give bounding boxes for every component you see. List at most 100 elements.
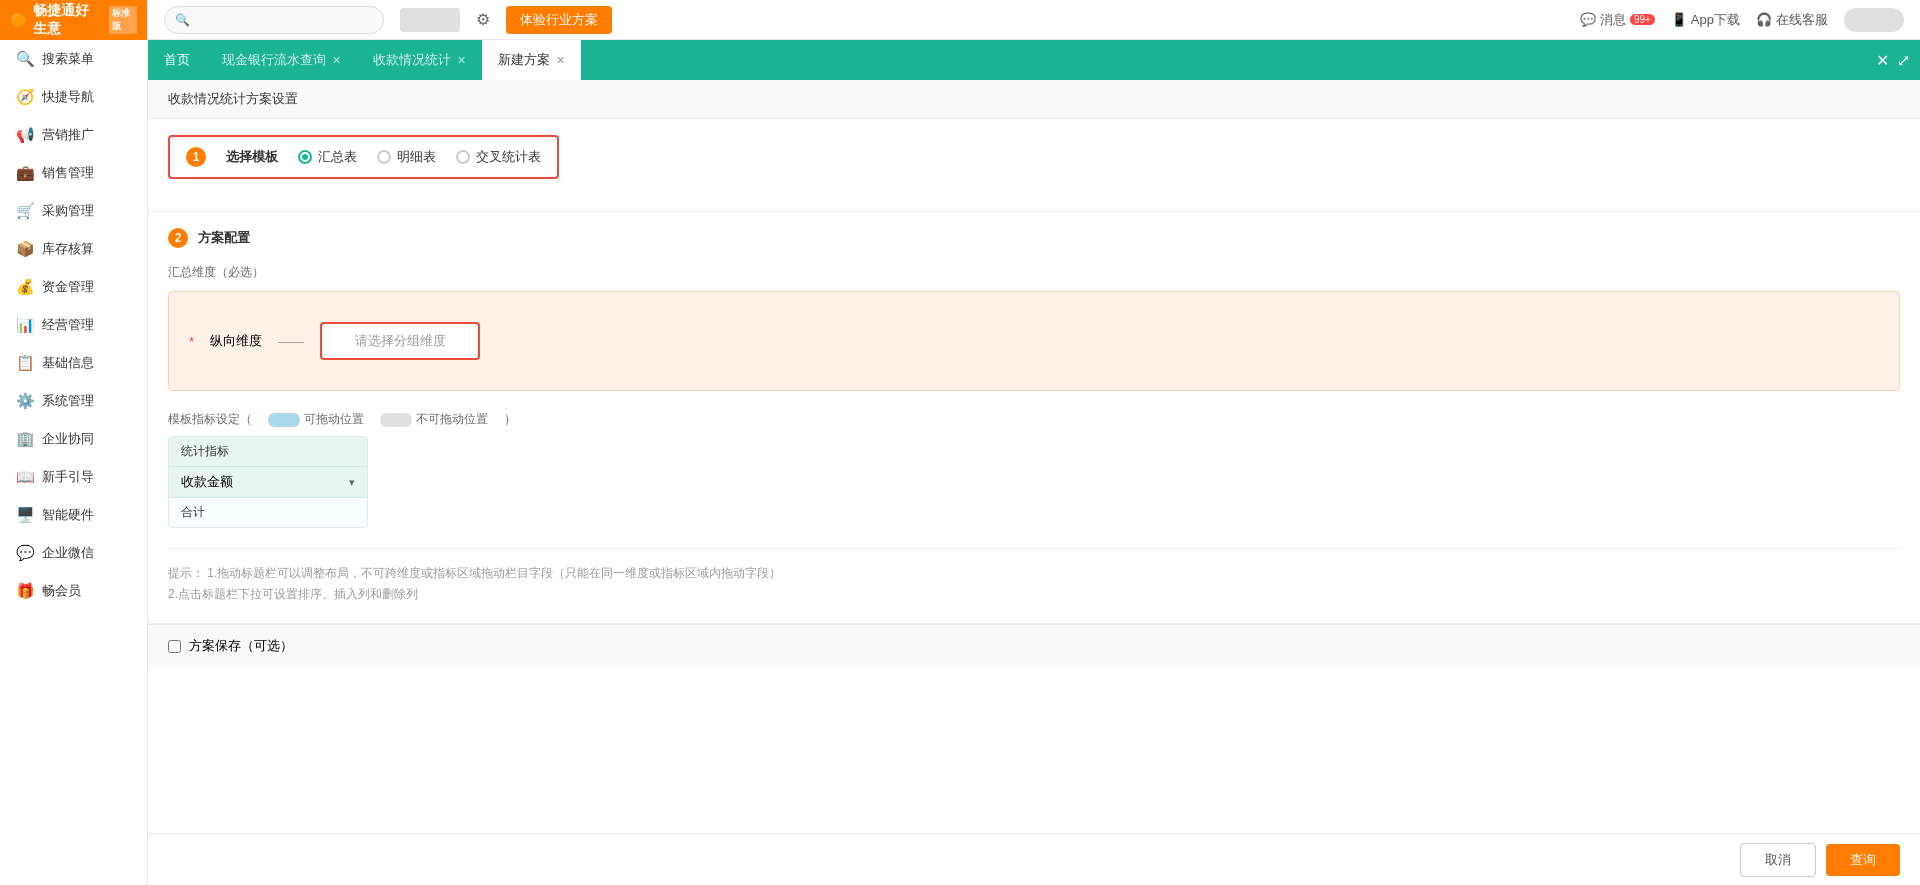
sidebar-item-vip[interactable]: 🎁 畅会员: [0, 572, 147, 610]
template-radio-group: 汇总表 明细表 交叉统计表: [298, 148, 541, 166]
messages-badge: 99+: [1630, 14, 1655, 25]
sidebar-item-management[interactable]: 📊 经营管理: [0, 306, 147, 344]
industry-btn[interactable]: 体验行业方案: [506, 6, 612, 34]
query-button[interactable]: 查询: [1826, 844, 1900, 876]
guide-icon: 📖: [16, 468, 34, 486]
sidebar-item-label: 资金管理: [42, 278, 94, 296]
sidebar-item-collab[interactable]: 🏢 企业协同: [0, 420, 147, 458]
user-avatar: [1844, 8, 1904, 32]
logo-badge: 标准版: [109, 6, 137, 34]
radio-detail[interactable]: 明细表: [377, 148, 436, 166]
tip-2: 2.点击标题栏下拉可设置排序、插入列和删除列: [168, 586, 1900, 603]
support-label: 在线客服: [1776, 11, 1828, 29]
vertical-dim-label: 纵向维度: [210, 332, 262, 350]
collab-icon: 🏢: [16, 430, 34, 448]
stats-table-header: 统计指标: [169, 437, 367, 467]
dropdown-chevron-icon[interactable]: ▾: [349, 476, 355, 489]
sidebar-item-nav[interactable]: 🧭 快捷导航: [0, 78, 147, 116]
metrics-end: ）: [504, 411, 516, 428]
sidebar-item-label: 系统管理: [42, 392, 94, 410]
sidebar-item-purchase[interactable]: 🛒 采购管理: [0, 192, 147, 230]
tabs-bar: 首页 现金银行流水查询 ✕ 收款情况统计 ✕ 新建方案 ✕ ✕ ⤢: [148, 40, 1920, 80]
tips-section: 提示： 1.拖动标题栏可以调整布局，不可跨维度或指标区域拖动栏目字段（只能在同一…: [168, 548, 1900, 603]
template-selection-box: 1 选择模板 汇总表 明细表: [168, 135, 559, 179]
metrics-header: 模板指标设定（ 可拖动位置 不可拖动位置 ）: [168, 411, 1900, 428]
dimension-select[interactable]: 请选择分组维度: [320, 322, 480, 360]
system-icon: ⚙️: [16, 392, 34, 410]
tabs-right-actions: ✕ ⤢: [1876, 51, 1920, 70]
radio-cross-label: 交叉统计表: [476, 148, 541, 166]
step1-section: 1 选择模板 汇总表 明细表: [148, 119, 1920, 211]
sidebar-item-label: 基础信息: [42, 354, 94, 372]
support-btn[interactable]: 🎧 在线客服: [1756, 11, 1828, 29]
breadcrumb: 收款情况统计方案设置: [148, 80, 1920, 119]
stats-col1-sub-label: 合计: [181, 504, 205, 521]
tab-home[interactable]: 首页: [148, 51, 206, 69]
sidebar-item-label: 企业协同: [42, 430, 94, 448]
tab-close-icon[interactable]: ✕: [332, 54, 341, 67]
draggable-label: 可拖动位置: [304, 411, 364, 428]
dimension-area: * 纵向维度 —— 请选择分组维度: [168, 291, 1900, 391]
sidebar-item-inventory[interactable]: 📦 库存核算: [0, 230, 147, 268]
sidebar-item-basic[interactable]: 📋 基础信息: [0, 344, 147, 382]
tab-collection[interactable]: 收款情况统计 ✕: [357, 40, 482, 80]
metrics-section: 模板指标设定（ 可拖动位置 不可拖动位置 ）: [168, 411, 1900, 528]
download-icon: 📱: [1671, 12, 1687, 27]
sidebar-item-sales[interactable]: 💼 销售管理: [0, 154, 147, 192]
wechat-icon: 💬: [16, 544, 34, 562]
sidebar-item-search[interactable]: 🔍 搜索菜单: [0, 40, 147, 78]
tab-new-plan[interactable]: 新建方案 ✕: [482, 40, 581, 80]
basic-icon: 📋: [16, 354, 34, 372]
settings-icon[interactable]: ⚙: [476, 10, 490, 29]
tab-close-icon[interactable]: ✕: [457, 54, 466, 67]
tab-label: 新建方案: [498, 51, 550, 69]
tab-bank[interactable]: 现金银行流水查询 ✕: [206, 40, 357, 80]
sidebar-item-hardware[interactable]: 🖥️ 智能硬件: [0, 496, 147, 534]
cancel-button[interactable]: 取消: [1740, 843, 1816, 877]
summary-dim-label: 汇总维度（必选）: [168, 264, 1900, 281]
tab-close-all-icon[interactable]: ✕: [1876, 51, 1889, 70]
save-label: 方案保存（可选）: [189, 637, 293, 655]
save-checkbox[interactable]: [168, 640, 181, 653]
sidebar-item-wechat[interactable]: 💬 企业微信: [0, 534, 147, 572]
stats-col1-label: 收款金额: [181, 473, 233, 491]
purchase-icon: 🛒: [16, 202, 34, 220]
sidebar-item-label: 智能硬件: [42, 506, 94, 524]
topbar-search-icon: 🔍: [175, 13, 190, 27]
tab-maximize-icon[interactable]: ⤢: [1897, 51, 1910, 70]
sidebar-item-label: 企业微信: [42, 544, 94, 562]
sidebar-item-label: 搜索菜单: [42, 50, 94, 68]
search-icon: 🔍: [16, 50, 34, 68]
sidebar-item-finance[interactable]: 💰 资金管理: [0, 268, 147, 306]
sidebar-item-system[interactable]: ⚙️ 系统管理: [0, 382, 147, 420]
sidebar-item-marketing[interactable]: 📢 营销推广: [0, 116, 147, 154]
step1-num: 1: [186, 147, 206, 167]
fixed-label: 不可拖动位置: [416, 411, 488, 428]
topbar-actions: 💬 消息 99+ 📱 App下载 🎧 在线客服: [1580, 8, 1904, 32]
arrow-icon: ——: [278, 334, 304, 349]
step2-header: 2 方案配置: [168, 228, 1900, 248]
support-icon: 🎧: [1756, 12, 1772, 27]
tab-close-icon[interactable]: ✕: [556, 54, 565, 67]
radio-summary-label: 汇总表: [318, 148, 357, 166]
radio-summary[interactable]: 汇总表: [298, 148, 357, 166]
radio-detail-circle: [377, 150, 391, 164]
messages-btn[interactable]: 💬 消息 99+: [1580, 11, 1655, 29]
step2-label: 方案配置: [198, 229, 250, 247]
download-btn[interactable]: 📱 App下载: [1671, 11, 1740, 29]
arrow-line: ——: [278, 334, 304, 349]
sidebar-item-guide[interactable]: 📖 新手引导: [0, 458, 147, 496]
step2-section: 2 方案配置 汇总维度（必选） * 纵向维度 —— 请选择分组维度: [148, 212, 1920, 623]
stats-col-header[interactable]: 收款金额 ▾: [169, 467, 367, 498]
step2-num: 2: [168, 228, 188, 248]
sidebar-item-label: 经营管理: [42, 316, 94, 334]
download-label: App下载: [1691, 11, 1740, 29]
logo-icon: 🟠: [10, 12, 27, 28]
inventory-icon: 📦: [16, 240, 34, 258]
vip-icon: 🎁: [16, 582, 34, 600]
radio-cross[interactable]: 交叉统计表: [456, 148, 541, 166]
step1-header: 1 选择模板 汇总表 明细表: [168, 135, 1900, 179]
messages-label: 消息: [1600, 11, 1626, 29]
metrics-label-text: 模板指标设定（: [168, 411, 252, 428]
sidebar-logo: 🟠 畅捷通好生意 标准版: [0, 0, 147, 40]
